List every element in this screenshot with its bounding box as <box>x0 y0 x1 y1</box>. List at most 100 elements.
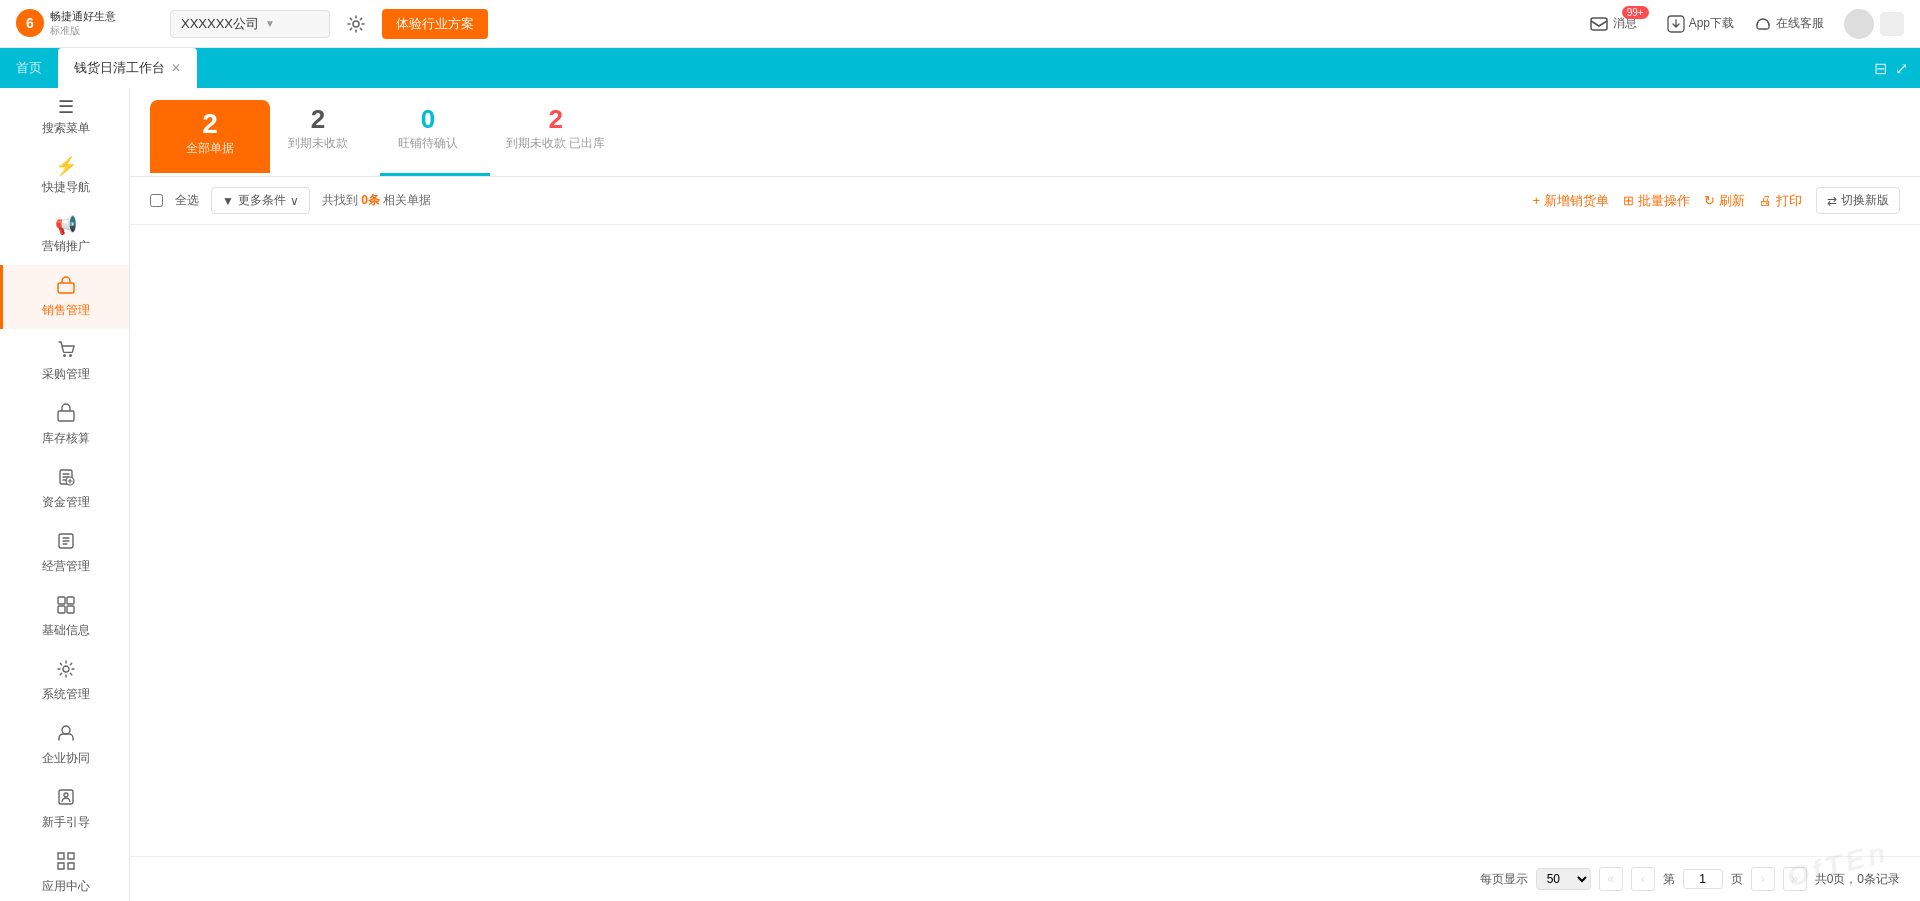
svg-rect-13 <box>67 606 74 613</box>
operations-icon <box>56 531 76 554</box>
top-header: 6 畅捷通好生意 标准版 XXXXXX公司 ▼ 体验行业方案 消息 99+ <box>0 0 1920 48</box>
per-page-label: 每页显示 <box>1480 871 1528 888</box>
page-input[interactable] <box>1683 869 1723 889</box>
sidebar-item-enterprise[interactable]: 企业协同 <box>0 713 129 777</box>
pagination-bar: 每页显示 50 100 200 « ‹ 第 页 › » 共0页，0条记录 <box>130 856 1920 901</box>
stat-shipped-number: 2 <box>548 104 562 134</box>
filter-button[interactable]: ▼ 更多条件 ∨ <box>211 187 310 214</box>
stat-waiting-number: 0 <box>421 104 435 134</box>
tab-home-label: 首页 <box>16 59 42 77</box>
page-prev-button[interactable]: ‹ <box>1631 867 1655 891</box>
sidebar-item-finance[interactable]: 资金管理 <box>0 457 129 521</box>
filter-chevron-icon: ∨ <box>290 194 299 208</box>
stat-all-number: 2 <box>170 108 250 140</box>
sidebar-item-sales[interactable]: 销售管理 <box>0 265 129 329</box>
company-name: XXXXXX公司 <box>181 15 259 33</box>
app-logo-icon: 6 <box>16 9 44 37</box>
select-all-checkbox[interactable] <box>150 194 163 207</box>
enterprise-icon <box>56 723 76 746</box>
online-service-button[interactable]: 在线客服 <box>1754 15 1824 33</box>
tab-active-label: 钱货日清工作台 <box>74 59 165 77</box>
svg-point-15 <box>62 726 70 734</box>
toolbar-right: + 新增销货单 ⊞ 批量操作 ↻ 刷新 🖨 打印 ⇄ 切换新版 <box>1532 187 1900 214</box>
messages-badge: 99+ <box>1622 6 1649 19</box>
svg-rect-12 <box>58 606 65 613</box>
found-text: 共找到 0条 相关单据 <box>322 192 431 209</box>
sidebar-item-marketing[interactable]: 📢 营销推广 <box>0 206 129 265</box>
sidebar-item-guide[interactable]: 新手引导 <box>0 777 129 841</box>
page-last-button[interactable]: » <box>1783 867 1807 891</box>
apps-icon <box>56 851 76 874</box>
tab-active[interactable]: 钱货日清工作台 ✕ <box>58 48 197 88</box>
main-layout: ☰ 搜索菜单 ⚡ 快捷导航 📢 营销推广 销售管理 <box>0 88 1920 901</box>
select-all-label: 全选 <box>175 192 199 209</box>
company-selector[interactable]: XXXXXX公司 ▼ <box>170 10 330 38</box>
toolbar: 全选 ▼ 更多条件 ∨ 共找到 0条 相关单据 + 新增销货单 ⊞ 批量操作 <box>130 177 1920 225</box>
print-button[interactable]: 🖨 打印 <box>1759 192 1802 210</box>
stat-due-number: 2 <box>311 104 325 134</box>
sidebar-inventory-label: 库存核算 <box>42 430 90 447</box>
svg-point-5 <box>69 354 72 357</box>
content-area: 2 全部单据 2 到期未收款 0 旺铺待确认 2 <box>130 88 1920 901</box>
print-icon: 🖨 <box>1759 193 1772 208</box>
tab-bar-actions: ⊟ ⤢ <box>1874 59 1920 78</box>
refresh-label: 刷新 <box>1719 192 1745 210</box>
page-prefix: 第 <box>1663 871 1675 888</box>
svg-point-14 <box>63 666 69 672</box>
tab-close-icon[interactable]: ✕ <box>171 61 181 75</box>
sidebar-system-label: 系统管理 <box>42 686 90 703</box>
filter-label: 更多条件 <box>238 192 286 209</box>
stat-card-waiting[interactable]: 0 旺铺待确认 <box>380 100 490 176</box>
tab-expand-icon[interactable]: ⤢ <box>1895 59 1908 78</box>
page-next-button[interactable]: › <box>1751 867 1775 891</box>
tab-minimize-icon[interactable]: ⊟ <box>1874 59 1887 78</box>
sidebar-item-search[interactable]: ☰ 搜索菜单 <box>0 88 129 147</box>
sidebar-purchase-label: 采购管理 <box>42 366 90 383</box>
per-page-select[interactable]: 50 100 200 <box>1536 868 1591 890</box>
user-avatar-area[interactable] <box>1844 9 1904 39</box>
finance-icon <box>56 467 76 490</box>
inventory-icon <box>56 403 76 426</box>
sidebar-item-basic[interactable]: 基础信息 <box>0 585 129 649</box>
sidebar-item-apps[interactable]: 应用中心 <box>0 841 129 901</box>
sidebar-item-quick-nav[interactable]: ⚡ 快捷导航 <box>0 147 129 206</box>
svg-point-0 <box>353 21 359 27</box>
stat-card-due[interactable]: 2 到期未收款 <box>270 100 380 176</box>
stat-card-all[interactable]: 2 全部单据 <box>150 100 270 176</box>
batch-label: 批量操作 <box>1638 192 1690 210</box>
add-order-button[interactable]: + 新增销货单 <box>1532 192 1609 210</box>
sidebar-guide-label: 新手引导 <box>42 814 90 831</box>
table-area <box>130 225 1920 856</box>
tab-bar: 首页 钱货日清工作台 ✕ ⊟ ⤢ <box>0 48 1920 88</box>
sidebar-finance-label: 资金管理 <box>42 494 90 511</box>
sidebar-apps-label: 应用中心 <box>42 878 90 895</box>
sidebar-enterprise-label: 企业协同 <box>42 750 90 767</box>
refresh-button[interactable]: ↻ 刷新 <box>1704 192 1745 210</box>
stat-shipped-label: 到期未收款 已出库 <box>506 135 605 160</box>
sidebar-item-operations[interactable]: 经营管理 <box>0 521 129 585</box>
online-service-label: 在线客服 <box>1776 15 1824 32</box>
app-download-button[interactable]: App下载 <box>1667 15 1734 33</box>
sidebar-item-system[interactable]: 系统管理 <box>0 649 129 713</box>
sidebar-item-inventory[interactable]: 库存核算 <box>0 393 129 457</box>
svg-point-4 <box>63 354 66 357</box>
sidebar-item-purchase[interactable]: 采购管理 <box>0 329 129 393</box>
search-menu-icon: ☰ <box>58 98 74 116</box>
switch-version-button[interactable]: ⇄ 切换新版 <box>1816 187 1900 214</box>
svg-rect-10 <box>58 597 65 604</box>
page-first-button[interactable]: « <box>1599 867 1623 891</box>
add-icon: + <box>1532 193 1540 208</box>
add-label: 新增销货单 <box>1544 192 1609 210</box>
app-edition: 标准版 <box>50 24 116 38</box>
messages-button[interactable]: 消息 99+ <box>1589 14 1637 34</box>
stat-card-shipped[interactable]: 2 到期未收款 已出库 <box>490 100 635 176</box>
system-icon <box>56 659 76 682</box>
batch-operation-button[interactable]: ⊞ 批量操作 <box>1623 192 1690 210</box>
sidebar-marketing-label: 营销推广 <box>42 238 90 255</box>
sidebar-sales-label: 销售管理 <box>42 302 90 319</box>
sales-icon <box>56 275 76 298</box>
experience-button[interactable]: 体验行业方案 <box>382 9 488 39</box>
tab-home[interactable]: 首页 <box>0 48 58 88</box>
sidebar-operations-label: 经营管理 <box>42 558 90 575</box>
settings-button[interactable] <box>342 10 370 38</box>
